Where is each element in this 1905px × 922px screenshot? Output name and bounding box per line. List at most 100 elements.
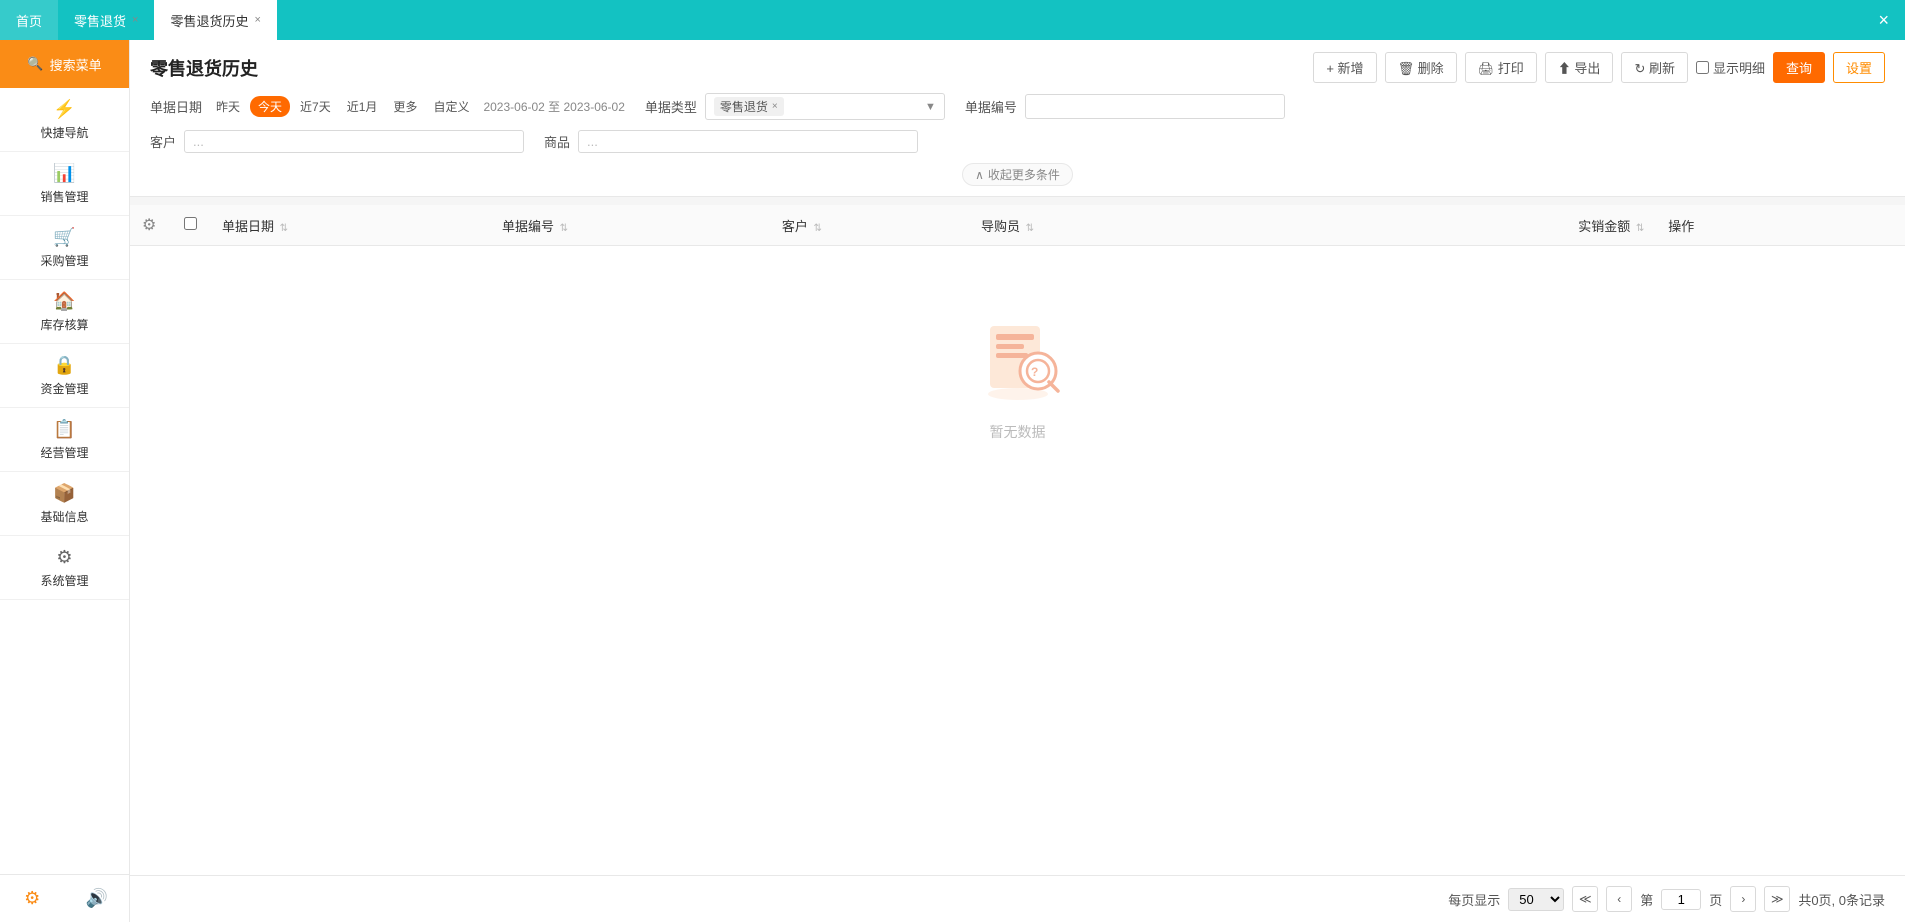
sidebar-item-base-info[interactable]: 📦 基础信息 — [0, 472, 129, 536]
guide-sort-icon[interactable]: ⇅ — [1026, 223, 1034, 234]
new-button[interactable]: + 新增 — [1313, 52, 1376, 83]
next-page-button[interactable]: › — [1730, 886, 1756, 912]
table-container: ⚙ 单据日期 ⇅ 单据编号 ⇅ — [130, 205, 1905, 875]
display-detail-toggle[interactable]: 显示明细 — [1696, 58, 1765, 77]
th-number-label: 单据编号 — [502, 219, 554, 234]
page-title-row: 零售退货历史 + 新增 🗑 删除 🖨 打印 ⬆ 导出 ↻ 刷新 显示明细 查询 … — [150, 52, 1885, 83]
number-sort-icon[interactable]: ⇅ — [560, 223, 568, 234]
sidebar-bottom: ⚙ 🔊 — [0, 874, 129, 922]
sidebar-item-inventory[interactable]: 🏠 库存核算 — [0, 280, 129, 344]
sidebar-item-label: 资金管理 — [40, 380, 88, 397]
tab-retail-return[interactable]: 零售退货 × — [58, 0, 154, 40]
collapse-button[interactable]: ∧ 收起更多条件 — [962, 163, 1073, 186]
th-checkbox — [170, 205, 210, 246]
page-size-select[interactable]: 50 10 20 100 — [1508, 888, 1564, 911]
tab-retail-return-history-close[interactable]: × — [254, 14, 260, 26]
filter-customer: 客户 ... — [150, 130, 524, 153]
page-number-input[interactable]: 1 — [1661, 889, 1701, 910]
sales-icon: 📊 — [53, 163, 75, 184]
product-ellipsis: ... — [587, 134, 598, 149]
collapse-label: 收起更多条件 — [988, 166, 1060, 183]
quick-nav-icon: ⚡ — [53, 99, 75, 120]
tab-retail-return-label: 零售退货 — [74, 11, 126, 30]
doc-number-input[interactable] — [1025, 94, 1285, 119]
page-unit: 页 — [1709, 890, 1722, 909]
settings-button[interactable]: 设置 — [1833, 52, 1885, 83]
export-button[interactable]: ⬆ 导出 — [1545, 52, 1614, 83]
tab-home[interactable]: 首页 — [0, 0, 58, 40]
query-button[interactable]: 查询 — [1773, 52, 1825, 83]
sidebar-item-system[interactable]: ⚙ 系统管理 — [0, 536, 129, 600]
sidebar-search-label: 搜索菜单 — [50, 55, 102, 74]
sidebar-item-sales[interactable]: 📊 销售管理 — [0, 152, 129, 216]
sidebar-audio-button[interactable]: 🔊 — [65, 875, 130, 922]
sidebar-item-label: 销售管理 — [40, 188, 88, 205]
product-label: 商品 — [544, 132, 570, 151]
shortcut-yesterday[interactable]: 昨天 — [210, 96, 246, 117]
shortcut-last-month[interactable]: 近1月 — [341, 96, 384, 117]
finance-icon: 🔒 — [53, 355, 75, 376]
main-content: 零售退货历史 + 新增 🗑 删除 🖨 打印 ⬆ 导出 ↻ 刷新 显示明细 查询 … — [130, 40, 1905, 922]
sidebar-settings-button[interactable]: ⚙ — [0, 875, 65, 922]
sidebar-item-operations[interactable]: 📋 经营管理 — [0, 408, 129, 472]
customer-label: 客户 — [150, 132, 176, 151]
delete-button[interactable]: 🗑 删除 — [1385, 52, 1457, 83]
tab-retail-return-history[interactable]: 零售退货历史 × — [154, 0, 276, 40]
date-range-display: 2023-06-02 至 2023-06-02 — [483, 98, 624, 115]
sidebar-item-label: 基础信息 — [40, 508, 88, 525]
sidebar-item-purchase[interactable]: 🛒 采购管理 — [0, 216, 129, 280]
customer-sort-icon[interactable]: ⇅ — [814, 223, 822, 234]
th-amount-label: 实销金额 — [1578, 219, 1630, 234]
th-date: 单据日期 ⇅ — [210, 205, 490, 246]
table-settings-icon[interactable]: ⚙ — [142, 217, 156, 234]
th-guide: 导购员 ⇅ — [969, 205, 1209, 246]
doc-type-tag-close[interactable]: × — [772, 101, 778, 112]
date-filter-label: 单据日期 — [150, 97, 202, 116]
th-actions: 操作 — [1656, 205, 1905, 246]
sidebar-item-label: 经营管理 — [40, 444, 88, 461]
filter-doc-type: 单据类型 零售退货 × ▼ — [645, 93, 945, 120]
date-sort-icon[interactable]: ⇅ — [280, 223, 288, 234]
doc-type-tag: 零售退货 × — [714, 97, 784, 116]
tab-retail-return-close[interactable]: × — [132, 14, 138, 26]
sidebar-item-finance[interactable]: 🔒 资金管理 — [0, 344, 129, 408]
sidebar-item-label: 系统管理 — [40, 572, 88, 589]
top-bar-right: × — [1878, 10, 1905, 31]
last-page-button[interactable]: ≫ — [1764, 886, 1790, 912]
sidebar-item-quick-nav[interactable]: ⚡ 快捷导航 — [0, 88, 129, 152]
window-close-button[interactable]: × — [1878, 10, 1889, 31]
select-all-checkbox[interactable] — [184, 217, 197, 230]
print-button[interactable]: 🖨 打印 — [1465, 52, 1537, 83]
display-detail-checkbox[interactable] — [1696, 61, 1709, 74]
audio-icon: 🔊 — [86, 888, 108, 909]
prev-page-button[interactable]: ‹ — [1606, 886, 1632, 912]
th-guide-label: 导购员 — [981, 219, 1020, 234]
th-amount: 实销金额 ⇅ — [1283, 205, 1656, 246]
doc-type-select[interactable]: 零售退货 × ▼ — [705, 93, 945, 120]
svg-text:?: ? — [1031, 365, 1038, 379]
page-title: 零售退货历史 — [150, 55, 258, 81]
refresh-button[interactable]: ↻ 刷新 — [1621, 52, 1688, 83]
th-spacer — [1208, 205, 1283, 246]
doc-type-select-arrow: ▼ — [925, 101, 936, 113]
first-page-button[interactable]: ≪ — [1572, 886, 1598, 912]
shortcut-more[interactable]: 更多 — [387, 96, 423, 117]
sidebar-search[interactable]: 🔍 搜索菜单 — [0, 40, 129, 88]
filter-area: 单据日期 昨天 今天 近7天 近1月 更多 自定义 2023-06-02 至 2… — [150, 93, 1885, 196]
product-select[interactable]: ... — [578, 130, 918, 153]
tab-retail-return-history-label: 零售退货历史 — [170, 11, 248, 30]
toolbar: + 新增 🗑 删除 🖨 打印 ⬆ 导出 ↻ 刷新 显示明细 查询 设置 — [1313, 52, 1885, 83]
pagination-bar: 每页显示 50 10 20 100 ≪ ‹ 第 1 页 › ≫ 共0页, 0条记… — [130, 875, 1905, 922]
th-settings: ⚙ — [130, 205, 170, 246]
collapse-up-icon: ∧ — [975, 168, 984, 182]
empty-state: ? 暂无数据 — [130, 246, 1905, 482]
operations-icon: 📋 — [53, 419, 75, 440]
page-header: 零售退货历史 + 新增 🗑 删除 🖨 打印 ⬆ 导出 ↻ 刷新 显示明细 查询 … — [130, 40, 1905, 197]
customer-select[interactable]: ... — [184, 130, 524, 153]
shortcut-today[interactable]: 今天 — [250, 96, 290, 117]
shortcut-last7[interactable]: 近7天 — [294, 96, 337, 117]
shortcut-custom[interactable]: 自定义 — [427, 96, 475, 117]
amount-sort-icon[interactable]: ⇅ — [1636, 223, 1644, 234]
tab-home-label: 首页 — [16, 11, 42, 30]
top-bar: 首页 零售退货 × 零售退货历史 × × — [0, 0, 1905, 40]
